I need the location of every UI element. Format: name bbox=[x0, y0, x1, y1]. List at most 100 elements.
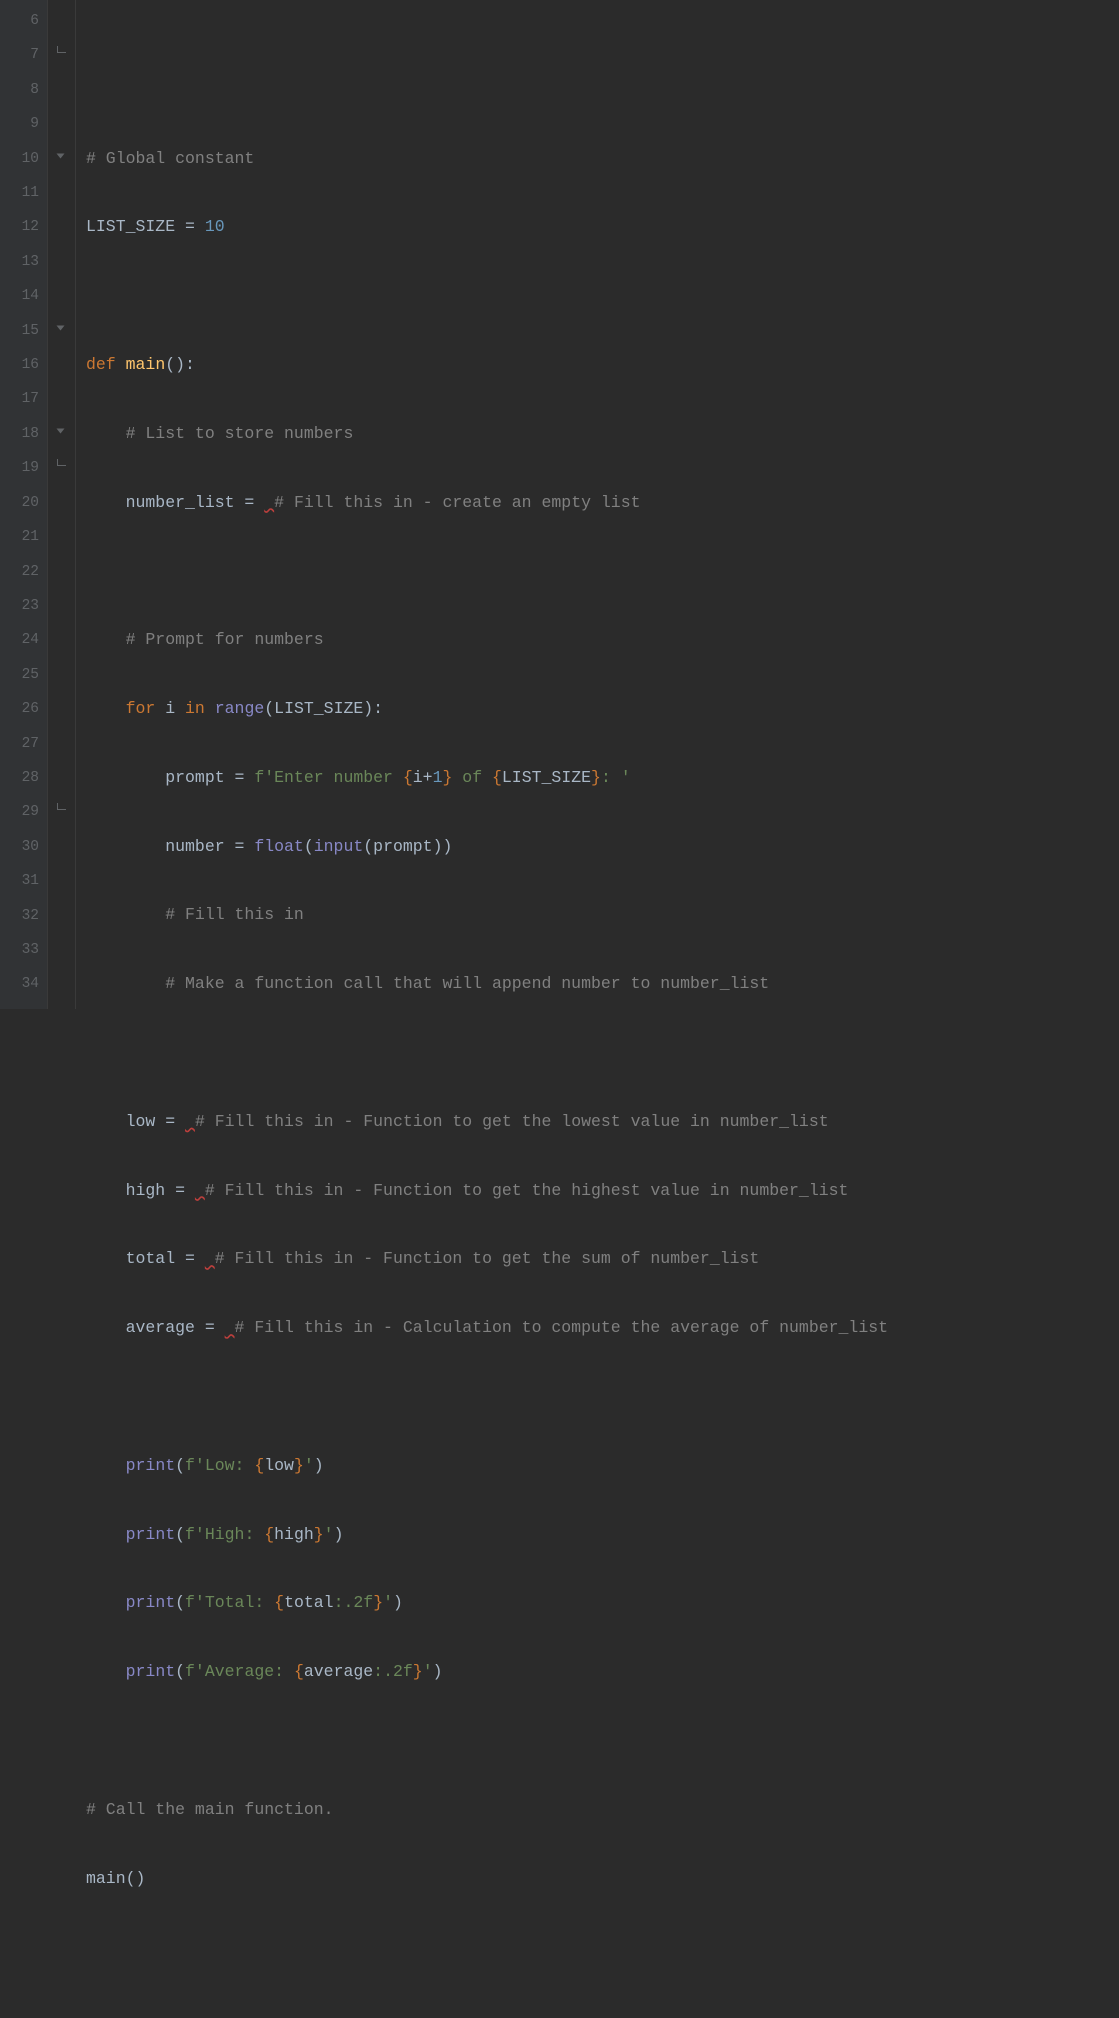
code-text: (): bbox=[165, 355, 195, 374]
code-line[interactable]: # Call the main function. bbox=[86, 1793, 1119, 1827]
code-text: ) bbox=[433, 1662, 443, 1681]
code-line[interactable]: for i in range(LIST_SIZE): bbox=[86, 692, 1119, 726]
code-line[interactable]: LIST_SIZE = 10 bbox=[86, 210, 1119, 244]
fold-start-icon[interactable] bbox=[56, 150, 68, 162]
code-line[interactable] bbox=[86, 1036, 1119, 1070]
fstring-brace: { bbox=[492, 768, 502, 787]
code-text: number = bbox=[86, 837, 254, 856]
line-number: 24 bbox=[0, 623, 47, 657]
line-number: 25 bbox=[0, 658, 47, 692]
error-underline bbox=[205, 1249, 215, 1268]
code-line[interactable]: main() bbox=[86, 1862, 1119, 1896]
fstring-brace: { bbox=[403, 768, 413, 787]
code-line[interactable]: low = # Fill this in - Function to get t… bbox=[86, 1105, 1119, 1139]
code-text: LIST_SIZE = bbox=[86, 217, 205, 236]
code-text: average = bbox=[86, 1318, 225, 1337]
line-number: 22 bbox=[0, 555, 47, 589]
string: f'Enter number bbox=[254, 768, 403, 787]
code-line[interactable]: # Fill this in bbox=[86, 898, 1119, 932]
string: ' bbox=[304, 1456, 314, 1475]
fstring-brace: } bbox=[442, 768, 452, 787]
code-text: ( bbox=[304, 837, 314, 856]
code-line[interactable]: # Global constant bbox=[86, 142, 1119, 176]
fold-column bbox=[48, 0, 76, 1009]
code-line[interactable]: print(f'Low: {low}') bbox=[86, 1449, 1119, 1483]
builtin: print bbox=[126, 1593, 176, 1612]
line-number: 13 bbox=[0, 245, 47, 279]
code-line[interactable] bbox=[86, 73, 1119, 107]
code-text: total = bbox=[86, 1249, 205, 1268]
comment: # Fill this in - Function to get the low… bbox=[195, 1112, 829, 1131]
code-line[interactable] bbox=[86, 279, 1119, 313]
fstring-brace: { bbox=[254, 1456, 264, 1475]
line-number: 9 bbox=[0, 107, 47, 141]
code-line[interactable] bbox=[86, 1380, 1119, 1414]
code-text: ) bbox=[393, 1593, 403, 1612]
line-number: 26 bbox=[0, 692, 47, 726]
code-line[interactable]: prompt = f'Enter number {i+1} of {LIST_S… bbox=[86, 761, 1119, 795]
line-number: 34 bbox=[0, 967, 47, 1001]
code-line[interactable]: # List to store numbers bbox=[86, 417, 1119, 451]
fstring-var: average bbox=[304, 1662, 373, 1681]
line-number: 23 bbox=[0, 589, 47, 623]
code-text: prompt = bbox=[86, 768, 254, 787]
code-text: ( bbox=[175, 1456, 185, 1475]
line-number: 10 bbox=[0, 142, 47, 176]
code-line[interactable]: high = # Fill this in - Function to get … bbox=[86, 1174, 1119, 1208]
string: ' bbox=[324, 1525, 334, 1544]
code-line[interactable] bbox=[86, 1999, 1119, 2018]
code-line[interactable]: print(f'Total: {total:.2f}') bbox=[86, 1586, 1119, 1620]
code-line[interactable]: total = # Fill this in - Function to get… bbox=[86, 1242, 1119, 1276]
line-number: 7 bbox=[0, 38, 47, 72]
comment: # Fill this in - Calculation to compute … bbox=[235, 1318, 889, 1337]
comment: # Fill this in bbox=[86, 905, 304, 924]
comment: # Fill this in - Function to get the sum… bbox=[215, 1249, 760, 1268]
code-line[interactable] bbox=[86, 1724, 1119, 1758]
code-text: high = bbox=[86, 1181, 195, 1200]
fstring-brace: { bbox=[274, 1593, 284, 1612]
builtin: print bbox=[126, 1662, 176, 1681]
string: : ' bbox=[601, 768, 631, 787]
fstring-brace: } bbox=[373, 1593, 383, 1612]
code-line[interactable]: number = float(input(prompt)) bbox=[86, 830, 1119, 864]
fstring-var: low bbox=[264, 1456, 294, 1475]
error-underline bbox=[225, 1318, 235, 1337]
code-line[interactable] bbox=[86, 554, 1119, 588]
code-text: (prompt)) bbox=[363, 837, 452, 856]
code-editor[interactable]: # Global constant LIST_SIZE = 10 def mai… bbox=[76, 0, 1119, 1009]
line-number: 20 bbox=[0, 486, 47, 520]
fold-end-icon[interactable] bbox=[56, 46, 68, 58]
fold-start-icon[interactable] bbox=[56, 425, 68, 437]
code-text bbox=[86, 1662, 126, 1681]
code-line[interactable]: def main(): bbox=[86, 348, 1119, 382]
fold-end-icon[interactable] bbox=[56, 803, 68, 815]
comment: # List to store numbers bbox=[86, 424, 353, 443]
code-line[interactable]: print(f'High: {high}') bbox=[86, 1518, 1119, 1552]
fstring-var: LIST_SIZE bbox=[502, 768, 591, 787]
code-line[interactable]: print(f'Average: {average:.2f}') bbox=[86, 1655, 1119, 1689]
code-text: i bbox=[165, 699, 185, 718]
fstring-var: high bbox=[274, 1525, 314, 1544]
fold-end-icon[interactable] bbox=[56, 459, 68, 471]
line-number: 14 bbox=[0, 279, 47, 313]
fold-start-icon[interactable] bbox=[56, 322, 68, 334]
string: ' bbox=[423, 1662, 433, 1681]
code-line[interactable]: # Prompt for numbers bbox=[86, 623, 1119, 657]
string: f'Total: bbox=[185, 1593, 274, 1612]
code-text: low = bbox=[86, 1112, 185, 1131]
builtin: float bbox=[254, 837, 304, 856]
code-line[interactable]: number_list = # Fill this in - create an… bbox=[86, 486, 1119, 520]
fstring-brace: } bbox=[314, 1525, 324, 1544]
string: f'Average: bbox=[185, 1662, 294, 1681]
builtin: range bbox=[215, 699, 265, 718]
code-line[interactable]: average = # Fill this in - Calculation t… bbox=[86, 1311, 1119, 1345]
fstring-format: :.2f bbox=[334, 1593, 374, 1612]
line-number: 11 bbox=[0, 176, 47, 210]
code-line[interactable]: # Make a function call that will append … bbox=[86, 967, 1119, 1001]
line-number: 12 bbox=[0, 210, 47, 244]
builtin: input bbox=[314, 837, 364, 856]
line-number: 18 bbox=[0, 417, 47, 451]
line-number: 32 bbox=[0, 899, 47, 933]
code-text: (LIST_SIZE): bbox=[264, 699, 383, 718]
code-line[interactable] bbox=[86, 1930, 1119, 1964]
